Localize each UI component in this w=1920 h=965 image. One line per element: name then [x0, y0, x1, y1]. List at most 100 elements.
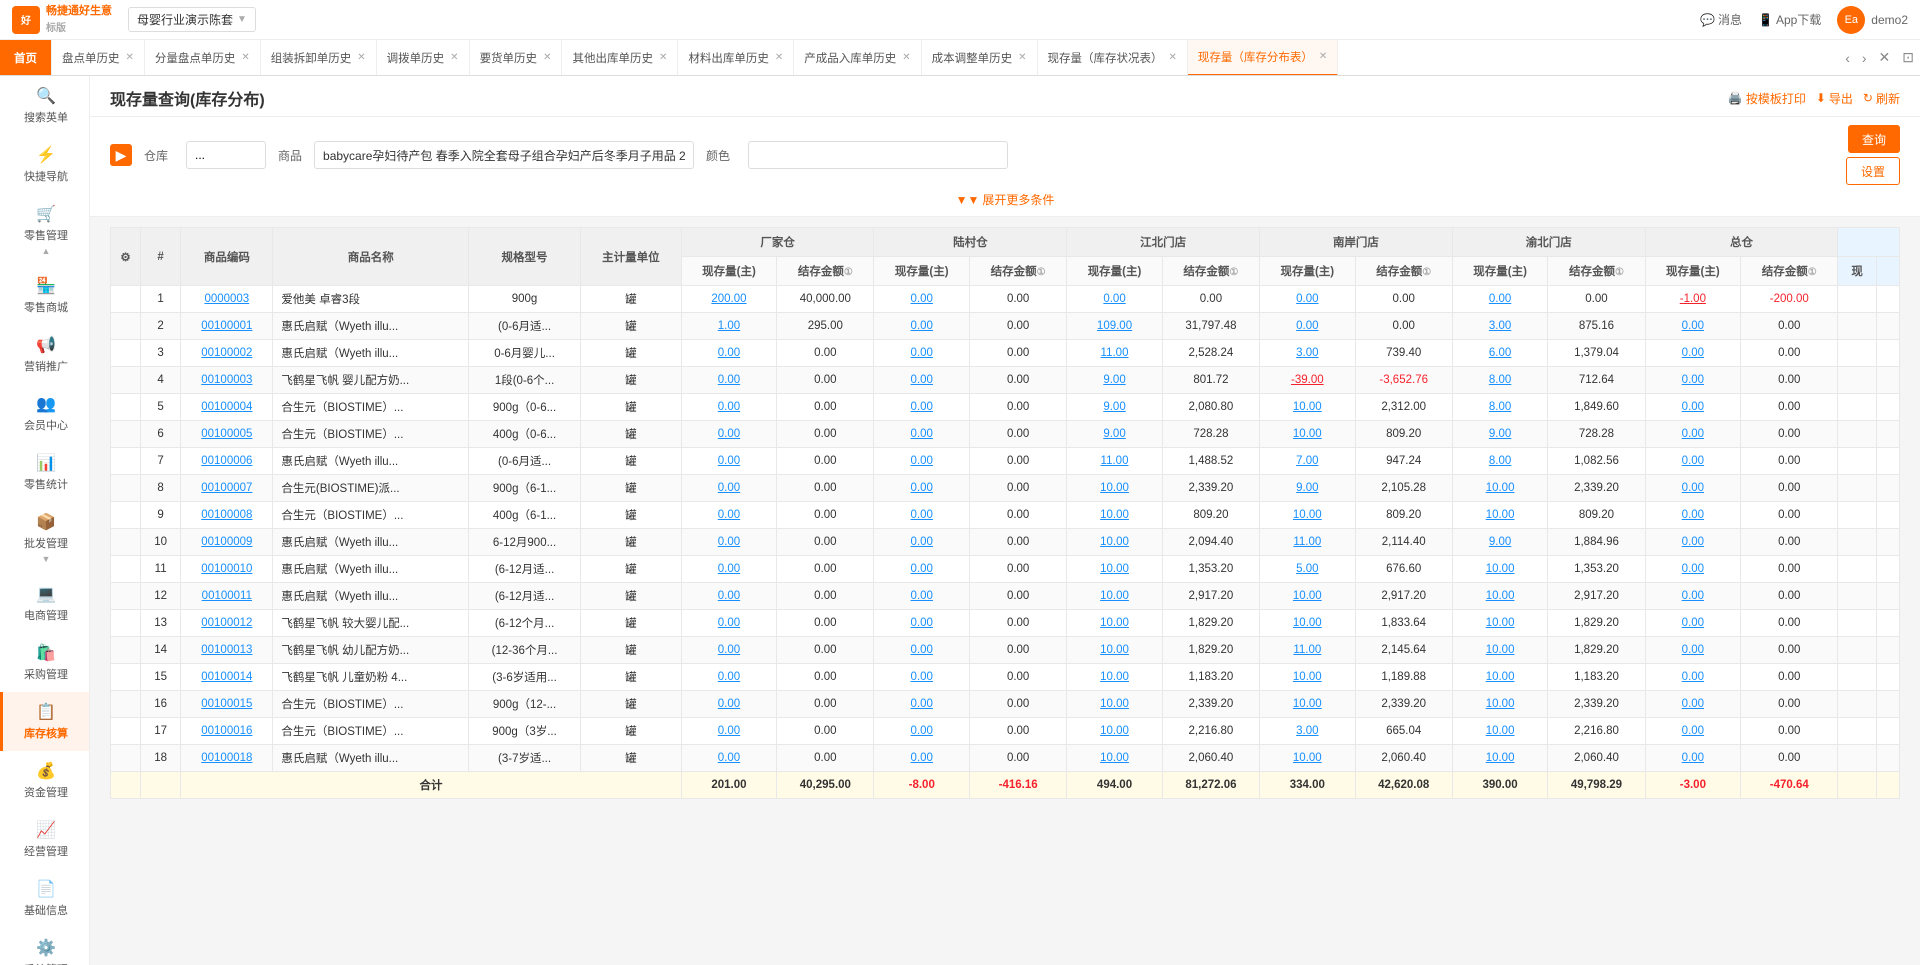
tab-production-in[interactable]: 产成品入库单历史 ✕ [794, 40, 921, 76]
setting-btn[interactable]: 设置 [1846, 157, 1900, 185]
system-icon: ⚙️ [36, 938, 56, 958]
table-row: 300100002惠氏启赋（Wyeth illu...0-6月婴儿...罐0.0… [111, 340, 1900, 367]
close-icon[interactable]: ✕ [543, 52, 551, 63]
page-title: 现存量查询(库存分布) [110, 86, 265, 110]
sidebar-item-system[interactable]: ⚙️ 系统管理 [0, 928, 89, 965]
sidebar-item-stock[interactable]: 📋 库存核算 [0, 692, 89, 751]
tab-requisition[interactable]: 要货单历史 ✕ [470, 40, 563, 76]
sidebar-item-basic[interactable]: 📄 基础信息 [0, 869, 89, 928]
close-icon[interactable]: ✕ [1018, 52, 1026, 63]
sidebar-item-retail-shop[interactable]: 🏪 零售商城 [0, 266, 89, 325]
tab-disassembly[interactable]: 组装拆卸单历史 ✕ [261, 40, 377, 76]
marketing-icon: 📢 [36, 335, 56, 355]
settings-icon[interactable]: ⚙ [120, 252, 130, 264]
company-selector[interactable]: 母婴行业演示陈套 ▼ [128, 7, 256, 32]
warehouse-input[interactable] [186, 141, 266, 169]
logo-subtitle: 标版 [46, 19, 112, 34]
info-icon[interactable]: ① [1615, 267, 1624, 278]
info-icon[interactable]: ① [1808, 267, 1817, 278]
close-icon[interactable]: ✕ [659, 52, 667, 63]
sidebar-item-retail[interactable]: 🛒 零售管理 ▲ [0, 194, 89, 266]
sidebar-item-purchase[interactable]: 🛍️ 采购管理 [0, 633, 89, 692]
expand-filter-btn[interactable]: ▼▼ 展开更多条件 [956, 191, 1055, 208]
col-changjia: 厂家仓 [681, 228, 874, 257]
shop-icon: 🏪 [36, 276, 56, 296]
info-icon[interactable]: ① [1229, 267, 1238, 278]
col-lucun: 陆村仓 [874, 228, 1067, 257]
col-product-code: 商品编码 [181, 228, 273, 286]
info-icon[interactable]: ① [1037, 267, 1046, 278]
sidebar-item-wholesale[interactable]: 📦 批发管理 ▼ [0, 502, 89, 574]
table-row: 200100001惠氏启赋（Wyeth illu...(0-6月适...罐1.0… [111, 313, 1900, 340]
total-amt: 结存金额① [1741, 257, 1838, 286]
app-download-btn[interactable]: 📱 App下载 [1758, 11, 1821, 28]
logo-icon: 好 [12, 6, 40, 34]
username-label: demo2 [1871, 13, 1908, 27]
table-container[interactable]: ⚙ # 商品编码 商品名称 规格型号 主计量单位 厂家仓 陆村仓 江北门店 南岸… [90, 217, 1920, 965]
search-btn[interactable]: 查询 [1848, 125, 1900, 153]
refresh-icon: ↻ [1863, 91, 1873, 105]
tab-expand-icon[interactable]: ⊡ [1896, 49, 1920, 66]
sidebar-item-search[interactable]: 🔍 搜索英单 [0, 76, 89, 135]
stock-icon: 📋 [36, 702, 56, 722]
nanan-cur: 现存量(主) [1260, 257, 1356, 286]
tab-stock-status[interactable]: 现存量（库存状况表） ✕ [1038, 40, 1188, 76]
col-index: # [141, 228, 181, 286]
close-icon[interactable]: ✕ [241, 52, 249, 63]
sidebar-item-finance[interactable]: 💰 资金管理 [0, 751, 89, 810]
tab-cost-adjust[interactable]: 成本调整单历史 ✕ [922, 40, 1038, 76]
sidebar-item-shortcut[interactable]: ⚡ 快捷导航 [0, 135, 89, 194]
tab-next-icon[interactable]: › [1856, 50, 1873, 66]
sidebar-item-ecommerce[interactable]: 💻 电商管理 [0, 574, 89, 633]
col-gear[interactable]: ⚙ [111, 228, 141, 286]
color-label: 颜色 [706, 147, 736, 164]
export-btn[interactable]: ⬇ 导出 [1816, 90, 1853, 107]
close-icon[interactable]: ✕ [450, 52, 458, 63]
yubei-amt: 结存金额① [1548, 257, 1645, 286]
close-icon[interactable]: ✕ [775, 52, 783, 63]
tab-prev-icon[interactable]: ‹ [1839, 50, 1856, 66]
close-icon[interactable]: ✕ [1169, 52, 1177, 63]
sidebar-item-operation[interactable]: 📈 经营管理 [0, 810, 89, 869]
sidebar-item-member[interactable]: 👥 会员中心 [0, 384, 89, 443]
chevron-down-icon: ▼▼ [956, 193, 980, 207]
product-label: 商品 [278, 147, 302, 164]
message-icon: 💬 [1700, 13, 1715, 27]
table-row: 800100007合生元(BIOSTIME)派...900g（6-1...罐0.… [111, 475, 1900, 502]
close-icon[interactable]: ✕ [126, 52, 134, 63]
tab-stock-dist[interactable]: 现存量（库存分布表） ✕ [1188, 40, 1338, 76]
print-btn[interactable]: 🖨️ 按模板打印 [1728, 90, 1806, 107]
tab-other-out[interactable]: 其他出库单历史 ✕ [562, 40, 678, 76]
print-icon: 🖨️ [1728, 91, 1743, 105]
tab-home[interactable]: 首页 [0, 40, 52, 76]
col-unit: 主计量单位 [581, 228, 682, 286]
finance-icon: 💰 [36, 761, 56, 781]
color-input[interactable] [748, 141, 1008, 169]
info-icon[interactable]: ① [844, 267, 853, 278]
message-btn[interactable]: 💬 消息 [1700, 11, 1742, 28]
tab-partial-count[interactable]: 分量盘点单历史 ✕ [145, 40, 261, 76]
tab-transfer[interactable]: 调拨单历史 ✕ [377, 40, 470, 76]
info-icon[interactable]: ① [1422, 267, 1431, 278]
user-area[interactable]: Ea demo2 [1837, 6, 1908, 34]
tab-material-out[interactable]: 材料出库单历史 ✕ [678, 40, 794, 76]
table-row: 1100100010惠氏启赋（Wyeth illu...(6-12月适...罐0… [111, 556, 1900, 583]
close-icon[interactable]: ✕ [902, 52, 910, 63]
top-bar: 好 畅捷通好生意 标版 母婴行业演示陈套 ▼ 💬 消息 📱 App下载 Ea [0, 0, 1920, 40]
extra-cur: 现 [1838, 257, 1877, 286]
tab-inventory-count[interactable]: 盘点单历史 ✕ [52, 40, 145, 76]
sidebar-item-retail-stat[interactable]: 📊 零售统计 [0, 443, 89, 502]
export-icon: ⬇ [1816, 91, 1826, 105]
tabs-navigation: ‹ › ✕ ⊡ [1839, 49, 1920, 66]
table-row: 1600100015合生元（BIOSTIME）...900g（12-...罐0.… [111, 691, 1900, 718]
col-jiangbei: 江北门店 [1067, 228, 1260, 257]
total-cur: 现存量(主) [1645, 257, 1741, 286]
refresh-btn[interactable]: ↻ 刷新 [1863, 90, 1900, 107]
tab-close-all-icon[interactable]: ✕ [1873, 49, 1897, 66]
close-icon[interactable]: ✕ [1319, 51, 1327, 62]
filter-toggle-btn[interactable]: ▶ [110, 144, 132, 166]
sidebar-item-marketing[interactable]: 📢 营销推广 [0, 325, 89, 384]
close-icon[interactable]: ✕ [357, 52, 365, 63]
product-input[interactable] [314, 141, 694, 169]
table-row: 1300100012飞鹤星飞帆 较大婴儿配...(6-12个月...罐0.000… [111, 610, 1900, 637]
